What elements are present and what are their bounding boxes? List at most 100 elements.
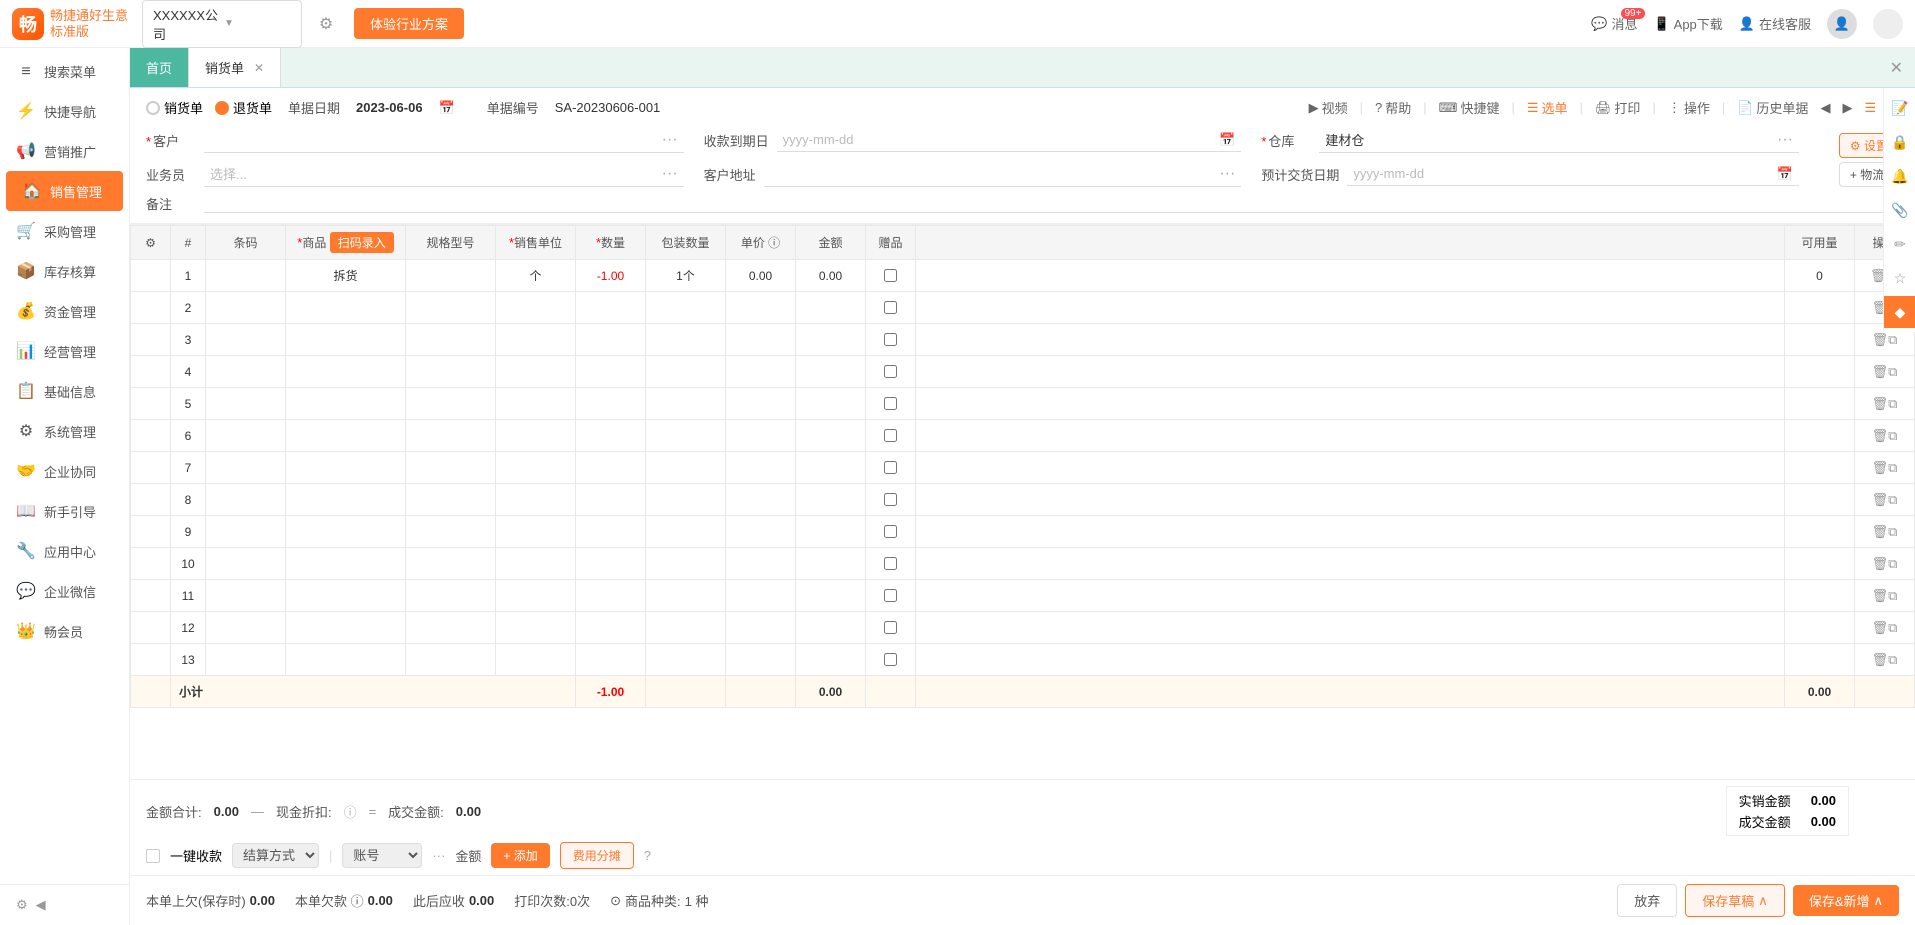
toolbar-list-view[interactable]: ☰	[1864, 100, 1876, 116]
row-delete-icon[interactable]: 🗑	[1872, 332, 1889, 347]
row-copy-icon[interactable]: ⧉	[1888, 428, 1897, 443]
date-picker-icon[interactable]: 📅	[439, 100, 455, 116]
warehouse-input[interactable]: 建材仓 ···	[1319, 127, 1799, 153]
gift-checkbox-6[interactable]	[884, 429, 897, 442]
tab-home[interactable]: 首页	[130, 48, 189, 87]
sidebar-item-enterprise[interactable]: 🤝 企业协同	[0, 451, 129, 491]
right-panel-attachment[interactable]: 📎	[1884, 194, 1915, 226]
row-delete-icon[interactable]: 🗑	[1872, 428, 1889, 443]
table-container[interactable]: ⚙ # 条码 *商品 扫码录入 规格型号 *销售单位 *数量 包装数量 单价 ⓘ…	[130, 224, 1915, 779]
gift-checkbox-1[interactable]	[884, 269, 897, 282]
toolbar-help[interactable]: ? 帮助	[1375, 98, 1411, 117]
row-copy-icon[interactable]: ⧉	[1888, 492, 1897, 507]
gift-checkbox-10[interactable]	[884, 557, 897, 570]
sidebar-item-apps[interactable]: 🔧 应用中心	[0, 531, 129, 571]
trial-button[interactable]: 体验行业方案	[354, 8, 464, 39]
avatar-2[interactable]	[1873, 9, 1903, 39]
row-delete-icon[interactable]: 🗑	[1872, 620, 1889, 635]
close-all-tabs-button[interactable]: ✕	[1878, 48, 1915, 87]
account-select[interactable]: 账号	[342, 843, 422, 868]
tab-sales-order[interactable]: 销货单 ✕	[189, 48, 281, 87]
row-delete-icon[interactable]: 🗑	[1872, 652, 1889, 667]
due-date-input[interactable]: yyyy-mm-dd 📅	[777, 128, 1242, 152]
row-delete-icon[interactable]: 🗑	[1872, 364, 1889, 379]
online-service-item[interactable]: 👤 在线客服	[1739, 14, 1811, 33]
right-panel-notes[interactable]: 📝	[1884, 92, 1915, 124]
scan-button[interactable]: 扫码录入	[330, 232, 394, 253]
note-input[interactable]	[204, 193, 1899, 213]
expense-button[interactable]: 费用分摊	[560, 842, 634, 869]
gift-checkbox-13[interactable]	[884, 653, 897, 666]
row-copy-icon[interactable]: ⧉	[1888, 588, 1897, 603]
row-delete-icon[interactable]: 🗑	[1872, 556, 1889, 571]
salesperson-input[interactable]: 选择... ···	[204, 161, 684, 187]
row-copy-icon[interactable]: ⧉	[1888, 460, 1897, 475]
save-draft-button[interactable]: 保存草稿 ∧	[1685, 884, 1785, 917]
row-copy-icon[interactable]: ⧉	[1888, 524, 1897, 539]
toolbar-select[interactable]: ☰ 选单	[1527, 98, 1568, 117]
gift-checkbox-12[interactable]	[884, 621, 897, 634]
topbar-settings-icon[interactable]: ⚙	[310, 8, 342, 40]
row-delete-icon[interactable]: 🗑	[1872, 396, 1889, 411]
sidebar-item-finance[interactable]: 💰 资金管理	[0, 291, 129, 331]
sidebar-collapse-icon[interactable]: ◀	[36, 897, 46, 913]
row-delete-icon[interactable]: 🗑	[1872, 460, 1889, 475]
toolbar-video[interactable]: ▶ 视频	[1309, 98, 1348, 117]
row-delete-icon[interactable]: 🗑	[1872, 524, 1889, 539]
row-copy-icon[interactable]: ⧉	[1888, 652, 1897, 667]
row-copy-icon[interactable]: ⧉	[1888, 556, 1897, 571]
customer-input[interactable]: ···	[204, 128, 684, 153]
sidebar-item-basic[interactable]: 📋 基础信息	[0, 371, 129, 411]
row-delete-icon[interactable]: 🗑	[1872, 492, 1889, 507]
sidebar-item-wechat[interactable]: 💬 企业微信	[0, 571, 129, 611]
notification-item[interactable]: 💬 消息 99+	[1591, 14, 1637, 33]
right-panel-edit[interactable]: ✏	[1884, 228, 1915, 260]
settlement-method-select[interactable]: 结算方式	[232, 843, 319, 868]
sidebar-item-sales[interactable]: 🏠 销售管理	[6, 171, 123, 211]
add-payment-button[interactable]: + 添加	[491, 843, 549, 868]
sidebar-item-purchase[interactable]: 🛒 采购管理	[0, 211, 129, 251]
sidebar-item-search[interactable]: ≡ 搜索菜单	[0, 52, 129, 91]
one-click-pay-checkbox[interactable]	[146, 849, 160, 863]
row-delete-icon[interactable]: 🗑	[1872, 588, 1889, 603]
toolbar-shortcut[interactable]: ⌨ 快捷键	[1439, 98, 1500, 117]
gift-checkbox-7[interactable]	[884, 461, 897, 474]
company-selector[interactable]: XXXXXX公司 ▼	[142, 0, 302, 48]
th-settings[interactable]: ⚙	[131, 226, 171, 260]
gift-checkbox-5[interactable]	[884, 397, 897, 410]
right-panel-star[interactable]: ☆	[1884, 262, 1915, 294]
sidebar-item-quick-nav[interactable]: ⚡ 快捷导航	[0, 91, 129, 131]
gift-checkbox-8[interactable]	[884, 493, 897, 506]
row-copy-icon[interactable]: ⧉	[1888, 396, 1897, 411]
sidebar-item-system[interactable]: ⚙ 系统管理	[0, 411, 129, 451]
discard-button[interactable]: 放弃	[1617, 884, 1677, 917]
app-download-item[interactable]: 📱 App下载	[1653, 14, 1722, 33]
sidebar-item-inventory[interactable]: 📦 库存核算	[0, 251, 129, 291]
sidebar-item-guide[interactable]: 📖 新手引导	[0, 491, 129, 531]
right-panel-lock[interactable]: 🔒	[1884, 126, 1915, 158]
toolbar-nav-next[interactable]: ▶	[1842, 100, 1852, 116]
delivery-date-input[interactable]: yyyy-mm-dd 📅	[1347, 162, 1799, 186]
right-panel-bell[interactable]: 🔔	[1884, 160, 1915, 192]
gift-checkbox-3[interactable]	[884, 333, 897, 346]
row-copy-icon[interactable]: ⧉	[1888, 332, 1897, 347]
toolbar-print[interactable]: 🖨 打印	[1595, 98, 1641, 117]
toolbar-history[interactable]: 📄 历史单据	[1737, 98, 1808, 117]
gift-checkbox-9[interactable]	[884, 525, 897, 538]
right-panel-orange[interactable]: ◆	[1884, 296, 1915, 328]
row-copy-icon[interactable]: ⧉	[1888, 364, 1897, 379]
gift-checkbox-2[interactable]	[884, 301, 897, 314]
sidebar-settings-icon[interactable]: ⚙	[16, 897, 28, 913]
radio-return-order[interactable]: 退货单	[215, 98, 272, 117]
radio-sales-order[interactable]: 销货单	[146, 98, 203, 117]
gift-checkbox-4[interactable]	[884, 365, 897, 378]
toolbar-operation[interactable]: ⋮ 操作	[1668, 98, 1710, 117]
sidebar-item-marketing[interactable]: 📢 营销推广	[0, 131, 129, 171]
customer-addr-input[interactable]: ···	[764, 162, 1242, 187]
sidebar-item-member[interactable]: 👑 畅会员	[0, 611, 129, 651]
sidebar-item-management[interactable]: 📊 经营管理	[0, 331, 129, 371]
save-new-button[interactable]: 保存&新增 ∧	[1793, 885, 1899, 916]
row-copy-icon[interactable]: ⧉	[1888, 620, 1897, 635]
tab-close-icon[interactable]: ✕	[254, 61, 264, 75]
gift-checkbox-11[interactable]	[884, 589, 897, 602]
